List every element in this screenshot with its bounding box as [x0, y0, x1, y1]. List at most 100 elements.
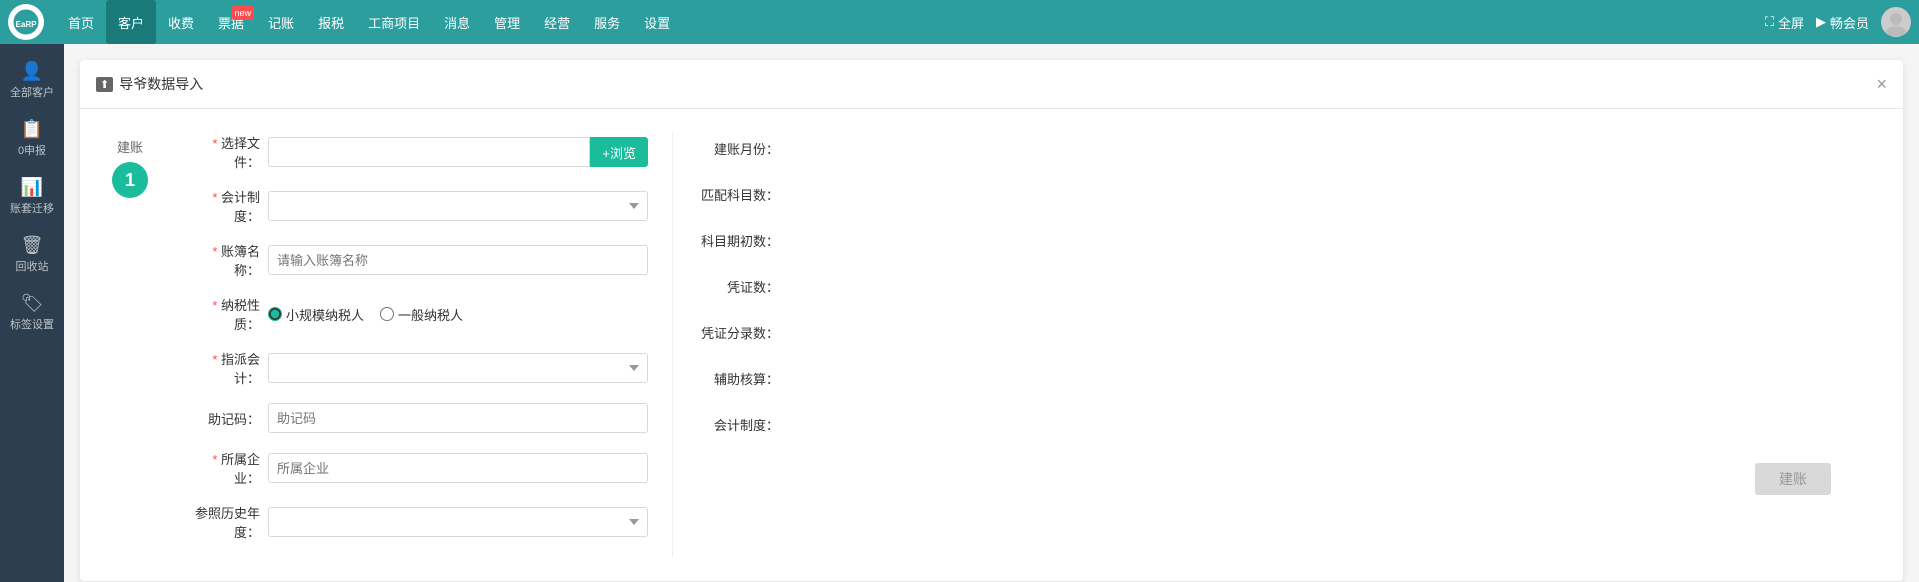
- dialog-panel: ⬆ 导爷数据导入 × 建账 1 选择文件：: [80, 60, 1903, 581]
- info-row-system: 会计制度：: [697, 409, 1871, 439]
- content-area: ⬆ 导爷数据导入 × 建账 1 选择文件：: [64, 44, 1919, 582]
- info-label-match: 匹配科目数：: [697, 185, 787, 204]
- form-label-file: 选择文件：: [188, 133, 268, 171]
- member-label: 畅会员: [1830, 13, 1869, 32]
- nav-item-operation[interactable]: 经营: [532, 0, 582, 44]
- nav-item-bookkeeping[interactable]: 记账: [256, 0, 306, 44]
- bookname-input[interactable]: [268, 245, 648, 275]
- info-label-voucher-entry: 凭证分录数：: [697, 323, 787, 342]
- info-row-match: 匹配科目数：: [697, 179, 1871, 209]
- accountant-select[interactable]: [268, 353, 648, 383]
- accounting-select[interactable]: [268, 191, 648, 221]
- form-label-company: 所属企业：: [188, 449, 268, 487]
- info-label-system: 会计制度：: [697, 415, 787, 434]
- sidebar: 👤 全部客户 📋 0申报 📊 账套迁移 🗑 回收站 🏷 标签设置: [0, 44, 64, 582]
- account-migrate-icon: 📊: [21, 178, 43, 196]
- sidebar-label-all-clients: 全部客户: [10, 84, 54, 100]
- historyyear-select[interactable]: [268, 507, 648, 537]
- browse-button[interactable]: +浏览: [590, 137, 648, 167]
- nav-item-settings[interactable]: 设置: [632, 0, 682, 44]
- form-label-historyyear: 参照历史年度：: [188, 503, 268, 541]
- form-row-company: 所属企业：: [188, 449, 648, 487]
- svg-text:EaRP: EaRP: [16, 20, 38, 29]
- radio-small-input[interactable]: [268, 307, 282, 321]
- dialog-title-text: 导爷数据导入: [119, 74, 203, 94]
- zero-declare-icon: 📋: [21, 120, 43, 138]
- form-row-bookname: 账簿名称：: [188, 241, 648, 279]
- nav-menu: 首页 客户 收费 票据 new 记账 报税 工商项目 消息 管理 经营 服务 设…: [56, 0, 1765, 44]
- info-label-initial: 科目期初数：: [697, 231, 787, 250]
- file-input-wrapper: +浏览: [268, 137, 648, 167]
- form-label-shortcode: 助记码：: [188, 409, 268, 428]
- info-row-auxiliary: 辅助核算：: [697, 363, 1871, 393]
- dialog-title: ⬆ 导爷数据导入: [96, 74, 203, 94]
- form-row-accountant: 指派会计：: [188, 349, 648, 387]
- sidebar-label-account-migrate: 账套迁移: [10, 200, 54, 216]
- member-button[interactable]: ▶ 畅会员: [1816, 13, 1869, 32]
- sidebar-item-all-clients[interactable]: 👤 全部客户: [0, 52, 64, 110]
- form-row-historyyear: 参照历史年度：: [188, 503, 648, 541]
- nav-item-invoice[interactable]: 票据 new: [206, 0, 256, 44]
- step-section: 建账 1: [112, 133, 148, 557]
- tag-icon: 🏷: [21, 294, 44, 312]
- member-icon: ▶: [1816, 14, 1826, 30]
- form-label-taxtype: 纳税性质：: [188, 295, 268, 333]
- nav-item-home[interactable]: 首页: [56, 0, 106, 44]
- sidebar-label-zero-declare: 0申报: [18, 142, 46, 158]
- nav-item-fee[interactable]: 收费: [156, 0, 206, 44]
- nav-item-business[interactable]: 工商项目: [356, 0, 432, 44]
- form-row-accounting: 会计制度：: [188, 187, 648, 225]
- sidebar-item-recycle[interactable]: 🗑 回收站: [0, 226, 64, 284]
- form-row-file: 选择文件： +浏览: [188, 133, 648, 171]
- form-label-bookname: 账簿名称：: [188, 241, 268, 279]
- avatar[interactable]: [1881, 7, 1911, 37]
- info-row-voucher-entry: 凭证分录数：: [697, 317, 1871, 347]
- sidebar-label-tag-settings: 标签设置: [10, 316, 54, 332]
- sidebar-item-tag-settings[interactable]: 🏷 标签设置: [0, 284, 64, 342]
- sidebar-item-account-migrate[interactable]: 📊 账套迁移: [0, 168, 64, 226]
- nav-item-service[interactable]: 服务: [582, 0, 632, 44]
- form-section: 选择文件： +浏览 会计制度：: [188, 133, 648, 557]
- sidebar-item-zero-declare[interactable]: 📋 0申报: [0, 110, 64, 168]
- nav-item-client[interactable]: 客户: [106, 0, 156, 44]
- info-row-month: 建账月份：: [697, 133, 1871, 163]
- nav-item-tax[interactable]: 报税: [306, 0, 356, 44]
- sidebar-label-recycle: 回收站: [16, 258, 49, 274]
- info-row-initial: 科目期初数：: [697, 225, 1871, 255]
- info-label-month: 建账月份：: [697, 139, 787, 158]
- step-label: 建账: [117, 137, 143, 156]
- dialog-close-button[interactable]: ×: [1876, 75, 1887, 93]
- info-label-voucher: 凭证数：: [697, 277, 787, 296]
- radio-general-input[interactable]: [380, 307, 394, 321]
- info-label-auxiliary: 辅助核算：: [697, 369, 787, 388]
- form-row-taxtype: 纳税性质： 小规模纳税人 一般纳税人: [188, 295, 648, 333]
- step-circle: 1: [112, 162, 148, 198]
- fullscreen-label: 全屏: [1778, 13, 1804, 32]
- dialog-header: ⬆ 导爷数据导入 ×: [80, 60, 1903, 109]
- company-input[interactable]: [268, 453, 648, 483]
- radio-general-taxpayer[interactable]: 一般纳税人: [380, 305, 463, 324]
- radio-small-taxpayer[interactable]: 小规模纳税人: [268, 305, 364, 324]
- form-label-accounting: 会计制度：: [188, 187, 268, 225]
- nav-item-message[interactable]: 消息: [432, 0, 482, 44]
- nav-item-manage[interactable]: 管理: [482, 0, 532, 44]
- upload-icon: ⬆: [96, 77, 113, 92]
- fullscreen-button[interactable]: ⛶ 全屏: [1765, 13, 1804, 32]
- info-row-voucher: 凭证数：: [697, 271, 1871, 301]
- all-clients-icon: 👤: [21, 62, 43, 80]
- info-panel: 建账月份： 匹配科目数： 科目期初数： 凭证数：: [672, 133, 1871, 557]
- top-navigation: EaRP 首页 客户 收费 票据 new 记账 报税 工商项目 消息 管理 经营…: [0, 0, 1919, 44]
- nav-right-area: ⛶ 全屏 ▶ 畅会员: [1765, 7, 1911, 37]
- shortcode-input[interactable]: [268, 403, 648, 433]
- tax-type-radio-group: 小规模纳税人 一般纳税人: [268, 305, 648, 324]
- form-label-accountant: 指派会计：: [188, 349, 268, 387]
- recycle-icon: 🗑: [21, 236, 44, 254]
- main-area: 👤 全部客户 📋 0申报 📊 账套迁移 🗑 回收站 🏷 标签设置 ⬆ 导爷数: [0, 44, 1919, 582]
- fullscreen-icon: ⛶: [1765, 14, 1774, 30]
- build-account-button[interactable]: 建账: [1755, 463, 1831, 495]
- nav-badge-new: new: [232, 6, 255, 20]
- file-input[interactable]: [268, 137, 590, 167]
- app-logo: EaRP: [8, 4, 44, 40]
- radio-small-label: 小规模纳税人: [286, 305, 364, 324]
- radio-general-label: 一般纳税人: [398, 305, 463, 324]
